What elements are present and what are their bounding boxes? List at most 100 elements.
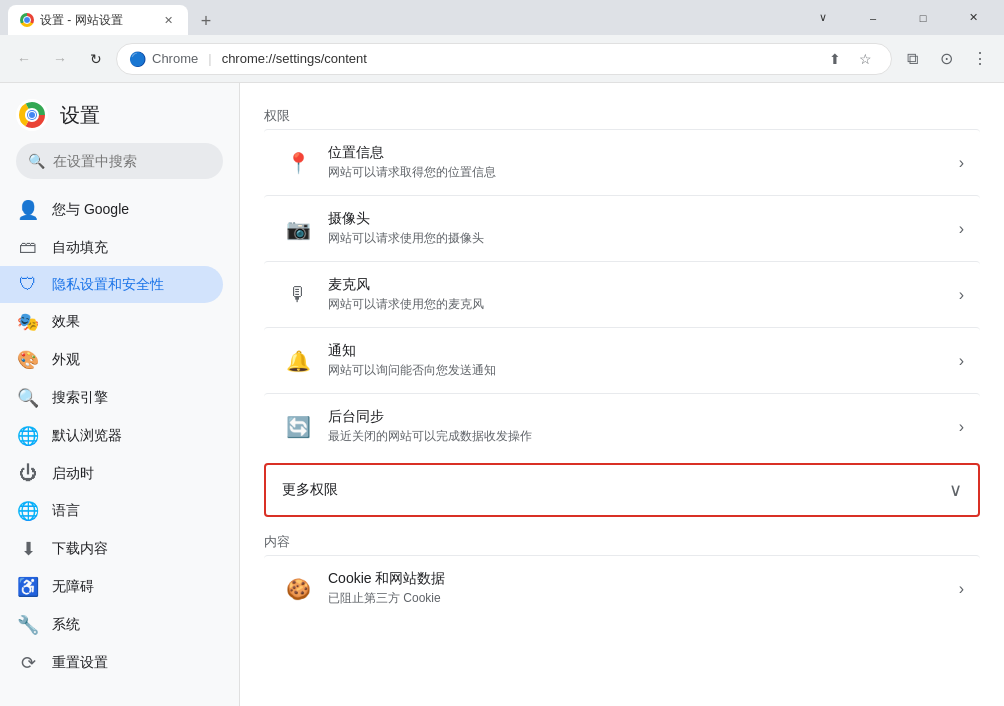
sidebar-label-appearance: 外观 [52, 351, 80, 369]
sidebar-label-downloads: 下载内容 [52, 540, 108, 558]
sidebar-label-browser: 默认浏览器 [52, 427, 122, 445]
sidebar-item-privacy[interactable]: 🛡 隐私设置和安全性 [0, 266, 223, 303]
more-permissions-title: 更多权限 [282, 481, 949, 499]
microphone-desc: 网站可以请求使用您的麦克风 [328, 296, 959, 313]
tab-title: 设置 - 网站设置 [40, 12, 154, 29]
autofill-icon: 🗃 [16, 237, 40, 258]
permissions-section-label: 权限 [264, 99, 980, 129]
content-inner: 权限 📍 位置信息 网站可以请求取得您的位置信息 › 📷 摄像头 网站可以请求使… [240, 83, 1004, 637]
sidebar-item-reset[interactable]: ⟳ 重置设置 [0, 644, 223, 682]
camera-arrow-icon: › [959, 220, 964, 238]
microphone-settings-item[interactable]: 🎙 麦克风 网站可以请求使用您的麦克风 › [264, 261, 980, 327]
sidebar-item-google[interactable]: 👤 您与 Google [0, 191, 223, 229]
omnibox-separator: | [208, 51, 211, 66]
search-input[interactable] [53, 153, 228, 169]
camera-desc: 网站可以请求使用您的摄像头 [328, 230, 959, 247]
omnibox-brand: Chrome [152, 51, 198, 66]
notifications-icon: 🔔 [280, 343, 316, 379]
language-icon: 🌐 [16, 500, 40, 522]
sidebar-label-autofill: 自动填充 [52, 239, 108, 257]
menu-button[interactable]: ⋮ [964, 43, 996, 75]
forward-button[interactable]: → [44, 43, 76, 75]
sidebar-label-language: 语言 [52, 502, 80, 520]
search-engine-icon: 🔍 [16, 387, 40, 409]
notifications-title: 通知 [328, 342, 959, 360]
share-button[interactable]: ⬆ [821, 45, 849, 73]
tab-favicon [20, 13, 34, 27]
sidebar-item-accessibility[interactable]: ♿ 无障碍 [0, 568, 223, 606]
accessibility-icon: ♿ [16, 576, 40, 598]
sidebar-item-appearance[interactable]: 🎨 外观 [0, 341, 223, 379]
notifications-settings-item[interactable]: 🔔 通知 网站可以询问能否向您发送通知 › [264, 327, 980, 393]
background-sync-text: 后台同步 最近关闭的网站可以完成数据收发操作 [328, 408, 959, 445]
background-sync-settings-item[interactable]: 🔄 后台同步 最近关闭的网站可以完成数据收发操作 › [264, 393, 980, 459]
location-title: 位置信息 [328, 144, 959, 162]
window-controls: ∨ – □ ✕ [800, 0, 996, 35]
camera-settings-item[interactable]: 📷 摄像头 网站可以请求使用您的摄像头 › [264, 195, 980, 261]
system-icon: 🔧 [16, 614, 40, 636]
minimize-button2[interactable]: – [850, 0, 896, 35]
sidebar-label-search: 搜索引擎 [52, 389, 108, 407]
sidebar-label-reset: 重置设置 [52, 654, 108, 672]
more-permissions-chevron-icon: ∨ [949, 479, 962, 501]
cookies-icon: 🍪 [280, 571, 316, 607]
location-icon: 📍 [280, 145, 316, 181]
sidebar-item-effects[interactable]: 🎭 效果 [0, 303, 223, 341]
omnibox-security-icon: 🔵 [129, 51, 146, 67]
sidebar-item-search[interactable]: 🔍 搜索引擎 [0, 379, 223, 417]
cookies-text: Cookie 和网站数据 已阻止第三方 Cookie [328, 570, 959, 607]
search-bar[interactable]: 🔍 [16, 143, 223, 179]
toolbar-right: ⧉ ⊙ ⋮ [896, 43, 996, 75]
content-area: 权限 📍 位置信息 网站可以请求取得您的位置信息 › 📷 摄像头 网站可以请求使… [240, 83, 1004, 706]
new-tab-button[interactable]: + [192, 7, 220, 35]
active-tab[interactable]: 设置 - 网站设置 ✕ [8, 5, 188, 35]
location-settings-item[interactable]: 📍 位置信息 网站可以请求取得您的位置信息 › [264, 129, 980, 195]
close-button[interactable]: ✕ [950, 0, 996, 35]
profile-button[interactable]: ⊙ [930, 43, 962, 75]
back-button[interactable]: ← [8, 43, 40, 75]
sidebar-item-autofill[interactable]: 🗃 自动填充 [0, 229, 223, 266]
addressbar: ← → ↻ 🔵 Chrome | chrome://settings/conte… [0, 35, 1004, 83]
startup-icon: ⏻ [16, 463, 40, 484]
notifications-arrow-icon: › [959, 352, 964, 370]
sidebar-item-downloads[interactable]: ⬇ 下载内容 [0, 530, 223, 568]
bookmark-button[interactable]: ☆ [851, 45, 879, 73]
location-text: 位置信息 网站可以请求取得您的位置信息 [328, 144, 959, 181]
sidebar-title: 设置 [60, 102, 100, 129]
sidebar-item-startup[interactable]: ⏻ 启动时 [0, 455, 223, 492]
refresh-button[interactable]: ↻ [80, 43, 112, 75]
sidebar-label-accessibility: 无障碍 [52, 578, 94, 596]
browser-icon: 🌐 [16, 425, 40, 447]
maximize-button[interactable]: □ [900, 0, 946, 35]
microphone-icon: 🎙 [280, 277, 316, 313]
background-sync-title: 后台同步 [328, 408, 959, 426]
notifications-text: 通知 网站可以询问能否向您发送通知 [328, 342, 959, 379]
sidebar-label-google: 您与 Google [52, 201, 129, 219]
sidebar-item-system[interactable]: 🔧 系统 [0, 606, 223, 644]
effects-icon: 🎭 [16, 311, 40, 333]
background-sync-icon: 🔄 [280, 409, 316, 445]
microphone-text: 麦克风 网站可以请求使用您的麦克风 [328, 276, 959, 313]
sidebar: 设置 🔍 👤 您与 Google 🗃 自动填充 🛡 隐私设置和安全性 🎭 效果 [0, 83, 240, 706]
location-arrow-icon: › [959, 154, 964, 172]
svg-point-6 [29, 112, 35, 118]
titlebar: 设置 - 网站设置 ✕ + ∨ – □ ✕ [0, 0, 1004, 35]
sidebar-label-system: 系统 [52, 616, 80, 634]
minimize-button[interactable]: ∨ [800, 0, 846, 35]
more-permissions-item[interactable]: 更多权限 ∨ [264, 463, 980, 517]
extensions-button[interactable]: ⧉ [896, 43, 928, 75]
sidebar-item-browser[interactable]: 🌐 默认浏览器 [0, 417, 223, 455]
omnibox[interactable]: 🔵 Chrome | chrome://settings/content ⬆ ☆ [116, 43, 892, 75]
microphone-arrow-icon: › [959, 286, 964, 304]
background-sync-desc: 最近关闭的网站可以完成数据收发操作 [328, 428, 959, 445]
notifications-desc: 网站可以询问能否向您发送通知 [328, 362, 959, 379]
sidebar-item-language[interactable]: 🌐 语言 [0, 492, 223, 530]
omnibox-url: chrome://settings/content [222, 51, 815, 66]
microphone-title: 麦克风 [328, 276, 959, 294]
search-icon: 🔍 [28, 153, 45, 169]
cookies-title: Cookie 和网站数据 [328, 570, 959, 588]
camera-icon: 📷 [280, 211, 316, 247]
omnibox-actions: ⬆ ☆ [821, 45, 879, 73]
cookies-settings-item[interactable]: 🍪 Cookie 和网站数据 已阻止第三方 Cookie › [264, 555, 980, 621]
tab-close-button[interactable]: ✕ [160, 12, 176, 28]
